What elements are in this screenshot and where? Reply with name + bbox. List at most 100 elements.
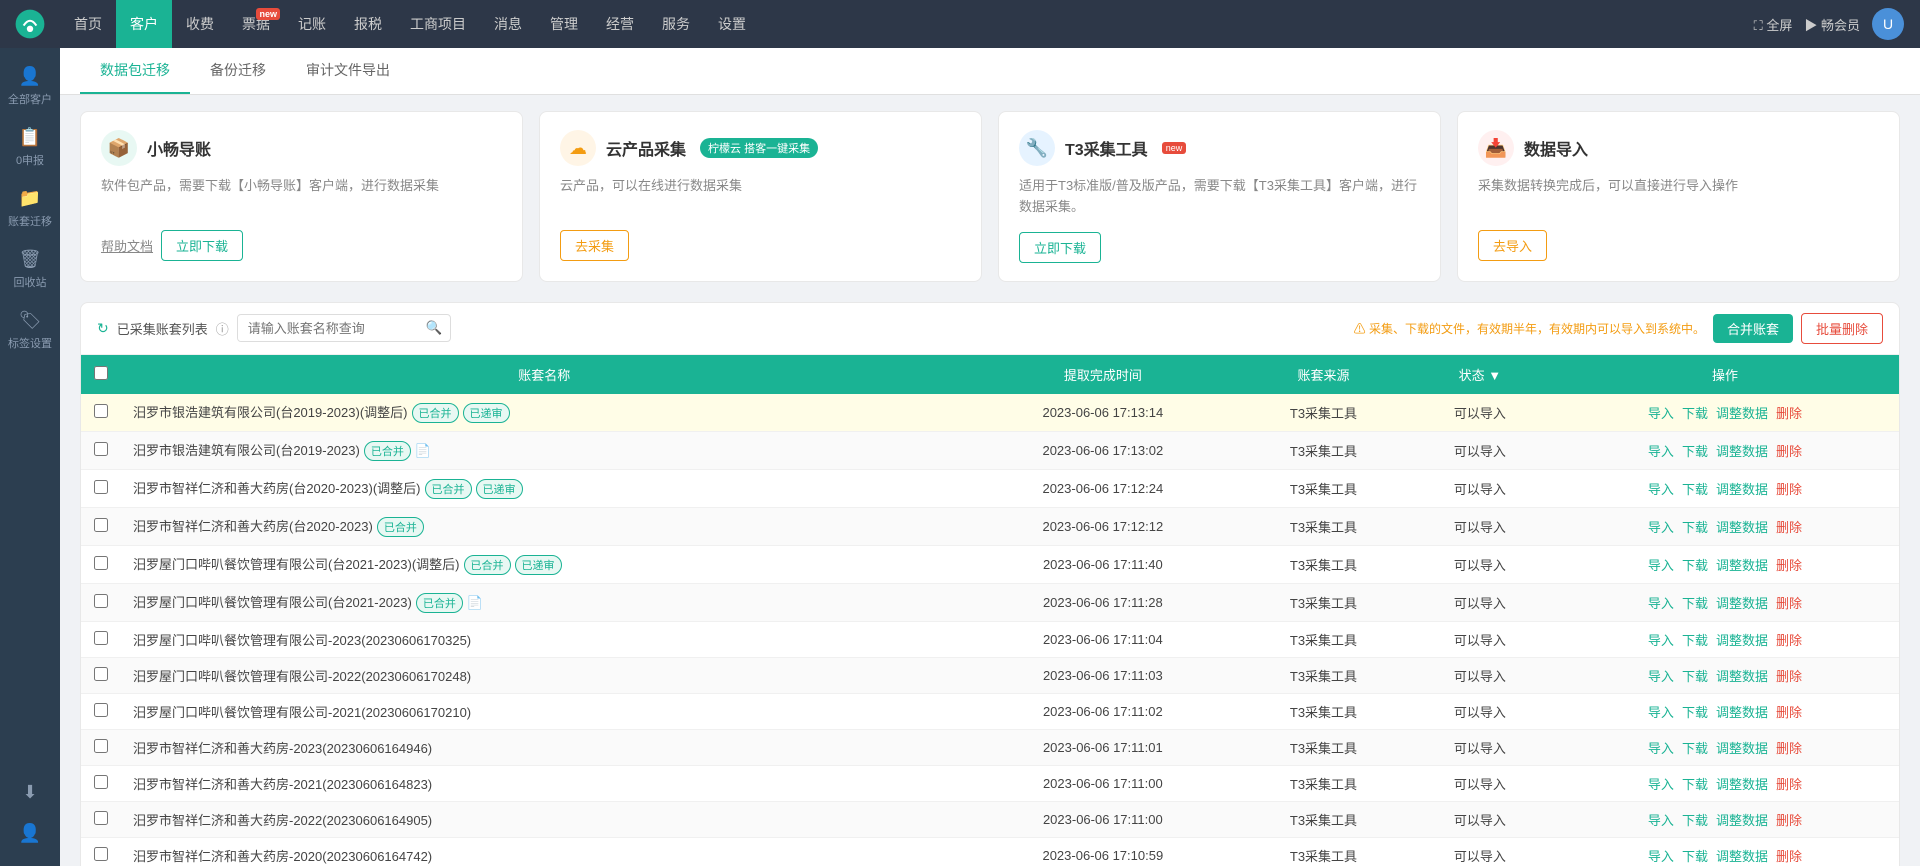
row-checkbox-9[interactable] bbox=[94, 739, 108, 753]
action-调整数据-0[interactable]: 调整数据 bbox=[1716, 406, 1768, 421]
merge-accounts-btn[interactable]: 合并账套 bbox=[1713, 314, 1793, 343]
action-导入-10[interactable]: 导入 bbox=[1648, 777, 1674, 792]
action-下载-8[interactable]: 下载 bbox=[1682, 705, 1708, 720]
file-icon[interactable]: 📄 bbox=[467, 595, 483, 610]
nav-invoice[interactable]: 票据new bbox=[228, 0, 284, 48]
sidebar-download[interactable]: ⬇ bbox=[19, 772, 41, 813]
row-checkbox-7[interactable] bbox=[94, 667, 108, 681]
action-导入-0[interactable]: 导入 bbox=[1648, 406, 1674, 421]
nav-home[interactable]: 首页 bbox=[60, 0, 116, 48]
row-checkbox-5[interactable] bbox=[94, 594, 108, 608]
action-删除-3[interactable]: 删除 bbox=[1776, 520, 1802, 535]
help-doc-link[interactable]: 帮助文档 bbox=[101, 236, 153, 255]
action-删除-11[interactable]: 删除 bbox=[1776, 813, 1802, 828]
action-导入-4[interactable]: 导入 bbox=[1648, 558, 1674, 573]
action-导入-1[interactable]: 导入 bbox=[1648, 444, 1674, 459]
action-调整数据-6[interactable]: 调整数据 bbox=[1716, 633, 1768, 648]
action-导入-3[interactable]: 导入 bbox=[1648, 520, 1674, 535]
action-导入-9[interactable]: 导入 bbox=[1648, 741, 1674, 756]
action-调整数据-10[interactable]: 调整数据 bbox=[1716, 777, 1768, 792]
row-checkbox-3[interactable] bbox=[94, 518, 108, 532]
tab-audit-export[interactable]: 审计文件导出 bbox=[286, 48, 410, 94]
action-删除-4[interactable]: 删除 bbox=[1776, 558, 1802, 573]
action-导入-5[interactable]: 导入 bbox=[1648, 596, 1674, 611]
action-删除-1[interactable]: 删除 bbox=[1776, 444, 1802, 459]
action-调整数据-9[interactable]: 调整数据 bbox=[1716, 741, 1768, 756]
nav-setting[interactable]: 设置 bbox=[704, 0, 760, 48]
action-调整数据-3[interactable]: 调整数据 bbox=[1716, 520, 1768, 535]
sidebar-item-all-customers[interactable]: 👤 全部客户 bbox=[0, 56, 60, 117]
action-删除-12[interactable]: 删除 bbox=[1776, 849, 1802, 864]
action-删除-10[interactable]: 删除 bbox=[1776, 777, 1802, 792]
action-导入-8[interactable]: 导入 bbox=[1648, 705, 1674, 720]
row-checkbox-6[interactable] bbox=[94, 631, 108, 645]
action-删除-0[interactable]: 删除 bbox=[1776, 406, 1802, 421]
action-下载-5[interactable]: 下载 bbox=[1682, 596, 1708, 611]
action-调整数据-7[interactable]: 调整数据 bbox=[1716, 669, 1768, 684]
row-checkbox-4[interactable] bbox=[94, 556, 108, 570]
nav-service[interactable]: 服务 bbox=[648, 0, 704, 48]
action-删除-5[interactable]: 删除 bbox=[1776, 596, 1802, 611]
tab-data-migration[interactable]: 数据包迁移 bbox=[80, 48, 190, 94]
row-checkbox-0[interactable] bbox=[94, 404, 108, 418]
action-调整数据-2[interactable]: 调整数据 bbox=[1716, 482, 1768, 497]
row-checkbox-8[interactable] bbox=[94, 703, 108, 717]
app-logo[interactable] bbox=[0, 8, 60, 40]
action-调整数据-1[interactable]: 调整数据 bbox=[1716, 444, 1768, 459]
action-导入-7[interactable]: 导入 bbox=[1648, 669, 1674, 684]
file-icon[interactable]: 📄 bbox=[415, 443, 431, 458]
nav-bookkeeping[interactable]: 记账 bbox=[284, 0, 340, 48]
action-下载-12[interactable]: 下载 bbox=[1682, 849, 1708, 864]
nav-tax[interactable]: 报税 bbox=[340, 0, 396, 48]
go-import-btn[interactable]: 去导入 bbox=[1478, 230, 1547, 261]
action-下载-7[interactable]: 下载 bbox=[1682, 669, 1708, 684]
action-调整数据-11[interactable]: 调整数据 bbox=[1716, 813, 1768, 828]
row-checkbox-1[interactable] bbox=[94, 442, 108, 456]
sidebar-item-account-migration[interactable]: 📁 账套迁移 bbox=[0, 178, 60, 239]
nav-business[interactable]: 工商项目 bbox=[396, 0, 480, 48]
nav-message[interactable]: 消息 bbox=[480, 0, 536, 48]
action-下载-9[interactable]: 下载 bbox=[1682, 741, 1708, 756]
action-导入-6[interactable]: 导入 bbox=[1648, 633, 1674, 648]
action-下载-0[interactable]: 下载 bbox=[1682, 406, 1708, 421]
action-删除-9[interactable]: 删除 bbox=[1776, 741, 1802, 756]
action-下载-10[interactable]: 下载 bbox=[1682, 777, 1708, 792]
row-checkbox-12[interactable] bbox=[94, 847, 108, 861]
user-avatar[interactable]: U bbox=[1872, 8, 1904, 40]
action-导入-12[interactable]: 导入 bbox=[1648, 849, 1674, 864]
action-调整数据-8[interactable]: 调整数据 bbox=[1716, 705, 1768, 720]
nav-manage[interactable]: 管理 bbox=[536, 0, 592, 48]
go-collect-btn[interactable]: 去采集 bbox=[560, 230, 629, 261]
action-下载-2[interactable]: 下载 bbox=[1682, 482, 1708, 497]
action-导入-2[interactable]: 导入 bbox=[1648, 482, 1674, 497]
action-删除-7[interactable]: 删除 bbox=[1776, 669, 1802, 684]
sidebar-item-recycle[interactable]: 🗑 回收站 bbox=[0, 239, 60, 300]
sidebar-item-label-settings[interactable]: 🏷 标签设置 bbox=[0, 300, 60, 361]
action-调整数据-12[interactable]: 调整数据 bbox=[1716, 849, 1768, 864]
action-下载-6[interactable]: 下载 bbox=[1682, 633, 1708, 648]
action-调整数据-5[interactable]: 调整数据 bbox=[1716, 596, 1768, 611]
fullscreen-btn[interactable]: ⛶ 全屏 bbox=[1754, 15, 1793, 34]
refresh-icon[interactable]: ↻ bbox=[97, 320, 109, 337]
action-下载-4[interactable]: 下载 bbox=[1682, 558, 1708, 573]
sidebar-item-zero-declaration[interactable]: 📋 0申报 bbox=[0, 117, 60, 178]
action-删除-8[interactable]: 删除 bbox=[1776, 705, 1802, 720]
action-下载-11[interactable]: 下载 bbox=[1682, 813, 1708, 828]
row-checkbox-10[interactable] bbox=[94, 775, 108, 789]
search-input[interactable] bbox=[238, 316, 418, 341]
action-调整数据-4[interactable]: 调整数据 bbox=[1716, 558, 1768, 573]
row-checkbox-11[interactable] bbox=[94, 811, 108, 825]
member-btn[interactable]: ▶ 畅会员 bbox=[1804, 15, 1860, 34]
row-checkbox-2[interactable] bbox=[94, 480, 108, 494]
search-button[interactable]: 🔍 bbox=[418, 315, 451, 341]
action-删除-6[interactable]: 删除 bbox=[1776, 633, 1802, 648]
action-删除-2[interactable]: 删除 bbox=[1776, 482, 1802, 497]
batch-delete-btn[interactable]: 批量删除 bbox=[1801, 313, 1883, 344]
nav-fee[interactable]: 收费 bbox=[172, 0, 228, 48]
action-下载-3[interactable]: 下载 bbox=[1682, 520, 1708, 535]
sidebar-profile[interactable]: 👤 bbox=[19, 813, 41, 854]
nav-customer[interactable]: 客户 bbox=[116, 0, 172, 48]
action-导入-11[interactable]: 导入 bbox=[1648, 813, 1674, 828]
nav-operation[interactable]: 经营 bbox=[592, 0, 648, 48]
help-icon[interactable]: ⓘ bbox=[216, 319, 229, 338]
